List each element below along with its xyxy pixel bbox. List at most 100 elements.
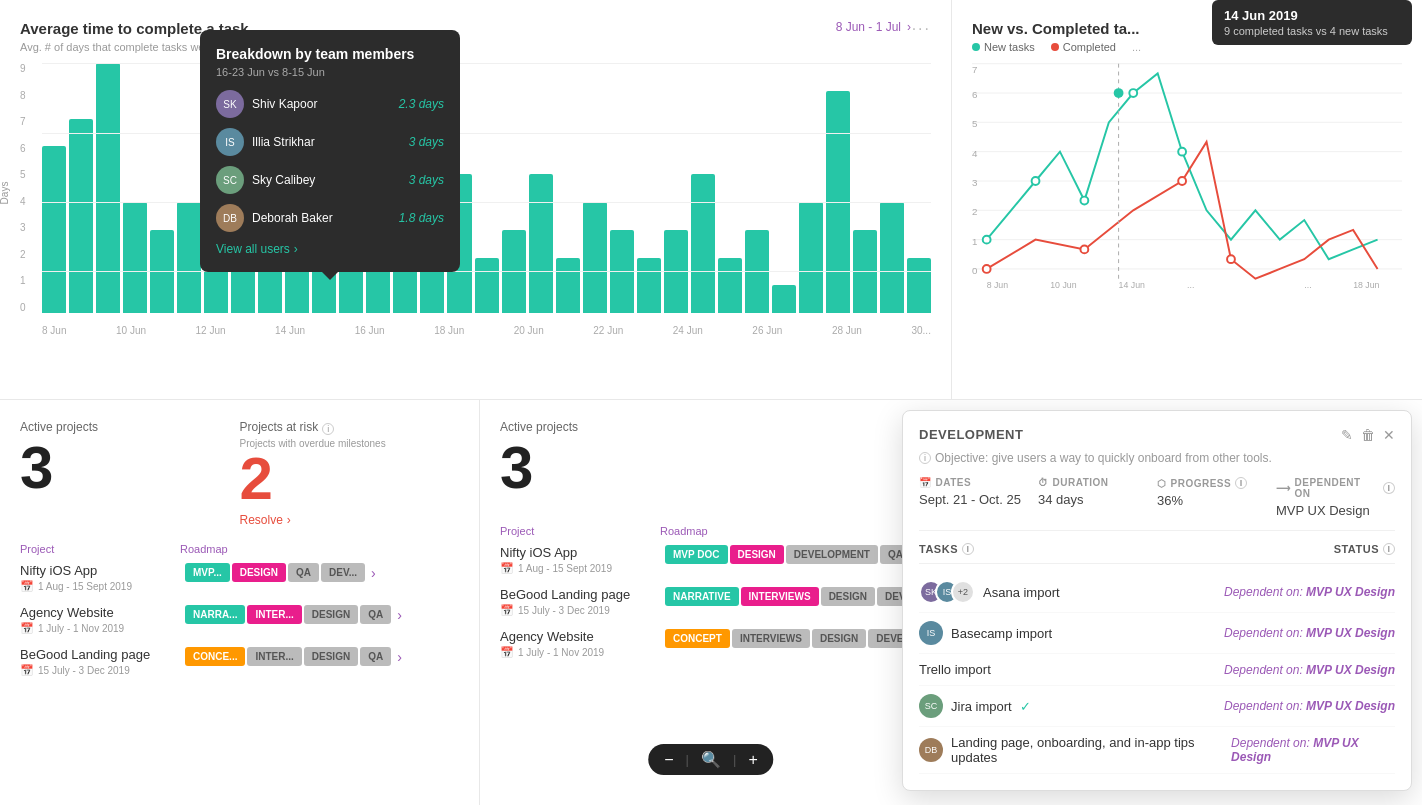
left-bottom-panel: Active projects 3 Projects at risk i Pro… (0, 400, 480, 805)
bar[interactable] (556, 258, 580, 314)
milestone-tag[interactable]: INTERVIEWS (732, 629, 810, 648)
milestone-tag[interactable]: CONCE... (185, 647, 245, 666)
zoom-divider: | (686, 752, 689, 767)
task-status: Dependent on: MVP UX Design (1231, 736, 1395, 764)
task-name: SK IS +2 Asana import (919, 580, 1060, 604)
active-projects-label: Active projects (20, 420, 220, 434)
milestone-tag[interactable]: NARRA... (185, 605, 245, 624)
delete-icon[interactable]: 🗑 (1361, 427, 1375, 443)
bar[interactable] (529, 174, 553, 313)
edit-icon[interactable]: ✎ (1341, 427, 1353, 443)
milestone-tag[interactable]: DEV... (321, 563, 365, 582)
project-row-1-left: Nifty iOS App 📅 1 Aug - 15 Sept 2019 MVP… (20, 563, 459, 593)
more-milestones-arrow[interactable]: › (371, 565, 376, 581)
date-tooltip: 14 Jun 2019 9 completed tasks vs 4 new t… (1212, 0, 1412, 45)
main-container: Average time to complete a task Avg. # o… (0, 0, 1422, 805)
zoom-search-button[interactable]: 🔍 (701, 750, 721, 769)
bar-chart-date-range[interactable]: 8 Jun - 1 Jul › (836, 20, 911, 34)
milestone-tag[interactable]: QA (360, 647, 391, 666)
bar[interactable] (583, 202, 607, 313)
bar-chart-menu[interactable]: ··· (912, 20, 931, 38)
project-row-3-left: BeGood Landing page 📅 15 July - 3 Dec 20… (20, 647, 459, 677)
dev-popup-description: i Objective: give users a way to quickly… (919, 451, 1395, 465)
svg-point-29 (1178, 177, 1186, 185)
bar[interactable] (799, 202, 823, 313)
bar[interactable] (718, 258, 742, 314)
milestone-tag[interactable]: DEVELOPMENT (786, 545, 878, 564)
date-range-arrow[interactable]: › (907, 20, 911, 34)
active-projects-stat-right: Active projects 3 (500, 420, 951, 509)
at-risk-stat: Projects at risk i Projects with overdue… (240, 420, 460, 527)
milestone-tag[interactable]: INTER... (247, 605, 301, 624)
bar[interactable] (691, 174, 715, 313)
tooltip-member-2: IS Illia Strikhar 3 days (216, 128, 444, 156)
milestone-tag[interactable]: DESIGN (812, 629, 866, 648)
tasks-header: TASKS i STATUS i (919, 543, 1395, 564)
tooltip-title: Breakdown by team members (216, 46, 444, 62)
meta-dependent: ⟶ DEPENDENT ON i MVP UX Design (1276, 477, 1395, 518)
svg-text:6: 6 (972, 89, 977, 100)
active-projects-stat: Active projects 3 (20, 420, 240, 527)
active-projects-label-right: Active projects (500, 420, 931, 434)
milestone-tag[interactable]: NARRATIVE (665, 587, 739, 606)
milestone-tag[interactable]: INTERVIEWS (741, 587, 819, 606)
member-avatar-4: DB (216, 204, 244, 232)
dependent-info-icon: i (1383, 482, 1395, 494)
bar[interactable] (42, 146, 66, 313)
bar[interactable] (475, 258, 499, 314)
milestone-tag[interactable]: DESIGN (232, 563, 286, 582)
milestone-tag[interactable]: QA (360, 605, 391, 624)
svg-text:3: 3 (972, 177, 977, 188)
more-milestones-arrow[interactable]: › (397, 607, 402, 623)
svg-point-32 (1114, 88, 1124, 98)
meta-dates-value: Sept. 21 - Oct. 25 (919, 492, 1038, 507)
milestone-tag[interactable]: CONCEPT (665, 629, 730, 648)
bar[interactable] (123, 202, 147, 313)
zoom-divider-2: | (733, 752, 736, 767)
milestone-tag[interactable]: DESIGN (304, 647, 358, 666)
zoom-out-button[interactable]: − (664, 751, 673, 769)
status-info-icon: i (1383, 543, 1395, 555)
project-dates-right: 📅 1 July - 1 Nov 2019 (500, 646, 655, 659)
bar-chart-area: 0 1 2 3 4 5 6 7 8 9 Days (20, 63, 931, 343)
close-icon[interactable]: ✕ (1383, 427, 1395, 443)
project-name-right: Agency Website (500, 629, 655, 644)
bar[interactable] (772, 285, 796, 313)
at-risk-info-icon[interactable]: i (322, 423, 334, 435)
status-label: STATUS i (1334, 543, 1395, 555)
line-chart-panel: New vs. Completed ta... 8 Jun - ... › ··… (952, 0, 1422, 399)
bar[interactable] (69, 119, 93, 314)
milestone-tag[interactable]: QA (288, 563, 319, 582)
bar[interactable] (96, 63, 120, 313)
milestone-tag[interactable]: DESIGN (730, 545, 784, 564)
bar[interactable] (880, 202, 904, 313)
zoom-in-button[interactable]: + (748, 751, 757, 769)
project-dates: 📅 1 Aug - 15 Sept 2019 (20, 580, 175, 593)
legend-completed-dot (1051, 43, 1059, 51)
milestone-tag[interactable]: DESIGN (304, 605, 358, 624)
line-chart-title: New vs. Completed ta... (972, 20, 1140, 37)
meta-dates-label: 📅 DATES (919, 477, 1038, 488)
bar[interactable] (907, 258, 931, 314)
tasks-info-icon: i (962, 543, 974, 555)
svg-text:7: 7 (972, 65, 977, 76)
milestone-tag[interactable]: MVP... (185, 563, 230, 582)
bar-chart-panel: Average time to complete a task Avg. # o… (0, 0, 952, 399)
bar[interactable] (637, 258, 661, 314)
task-avatar: IS (919, 621, 943, 645)
verified-check-icon: ✓ (1020, 699, 1031, 714)
milestone-tag[interactable]: DESIGN (821, 587, 875, 606)
meta-progress-label: ⬡ PROGRESS i (1157, 477, 1276, 489)
resolve-link[interactable]: Resolve › (240, 513, 440, 527)
view-all-users-link[interactable]: View all users › (216, 242, 444, 256)
milestone-tag[interactable]: INTER... (247, 647, 301, 666)
bar[interactable] (177, 202, 201, 313)
svg-text:18 Jun: 18 Jun (1353, 281, 1379, 291)
svg-point-30 (1227, 255, 1235, 263)
task-name: IS Basecamp import (919, 621, 1052, 645)
project-roadmap: CONCE... INTER... DESIGN QA › (185, 647, 402, 666)
svg-text:0: 0 (972, 265, 978, 276)
milestone-tag[interactable]: MVP DOC (665, 545, 728, 564)
more-milestones-arrow[interactable]: › (397, 649, 402, 665)
svg-point-28 (1080, 246, 1088, 254)
